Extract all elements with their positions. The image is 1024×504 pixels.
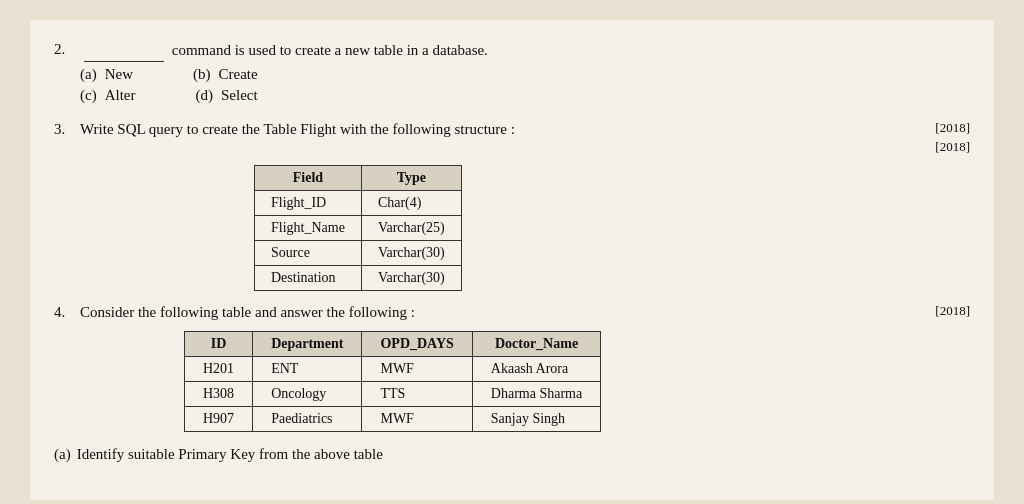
option-a: (a) New: [80, 66, 133, 83]
page: 2. command is used to create a new table…: [30, 20, 994, 500]
hospital-row-0: H201 ENT MWF Akaash Arora: [185, 357, 601, 382]
hospital-dept-0: ENT: [253, 357, 362, 382]
q2-number: 2.: [54, 38, 74, 61]
option-a-label: (a): [80, 66, 97, 83]
flight-row-1: Flight_Name Varchar(25): [255, 215, 462, 240]
flight-field-2: Source: [255, 240, 362, 265]
flight-type-2: Varchar(30): [361, 240, 461, 265]
q3-year1: [2018]: [935, 118, 970, 138]
q2-question-text: command is used to create a new table in…: [172, 42, 488, 58]
hospital-doctor-1: Dharma Sharma: [472, 382, 600, 407]
question-2-line: 2. command is used to create a new table…: [54, 38, 970, 62]
option-c-label: (c): [80, 87, 97, 104]
hospital-header-row: ID Department OPD_DAYS Doctor_Name: [185, 332, 601, 357]
option-d: (d) Select: [195, 87, 257, 104]
option-d-label: (d): [195, 87, 213, 104]
bottom-note-text: Identify suitable Primary Key from the a…: [77, 446, 383, 463]
option-c: (c) Alter: [80, 87, 135, 104]
flight-type-3: Varchar(30): [361, 265, 461, 290]
hospital-id-2: H907: [185, 407, 253, 432]
flight-field-1: Flight_Name: [255, 215, 362, 240]
q4-year: [2018]: [935, 301, 970, 321]
hospital-row-1: H308 Oncology TTS Dharma Sharma: [185, 382, 601, 407]
q3-years: [2018] [2018]: [935, 118, 970, 157]
hospital-table: ID Department OPD_DAYS Doctor_Name H201 …: [184, 331, 601, 432]
q4-text: Consider the following table and answer …: [80, 301, 921, 324]
hospital-id-0: H201: [185, 357, 253, 382]
q3-text: Write SQL query to create the Table Flig…: [80, 118, 921, 141]
question-4-line: 4. Consider the following table and answ…: [54, 301, 970, 324]
bottom-note: (a) Identify suitable Primary Key from t…: [54, 446, 970, 463]
q2-options-2: (c) Alter (d) Select: [80, 87, 970, 104]
hospital-col-doctor: Doctor_Name: [472, 332, 600, 357]
hospital-dept-1: Oncology: [253, 382, 362, 407]
flight-row-3: Destination Varchar(30): [255, 265, 462, 290]
hospital-col-opd: OPD_DAYS: [362, 332, 472, 357]
q2-text: command is used to create a new table in…: [80, 38, 970, 62]
flight-row-0: Flight_ID Char(4): [255, 190, 462, 215]
flight-col-type: Type: [361, 165, 461, 190]
q3-year2: [2018]: [935, 137, 970, 157]
hospital-doctor-2: Sanjay Singh: [472, 407, 600, 432]
flight-field-3: Destination: [255, 265, 362, 290]
hospital-table-body: H201 ENT MWF Akaash Arora H308 Oncology …: [185, 357, 601, 432]
q3-number: 3.: [54, 118, 74, 141]
hospital-opd-0: MWF: [362, 357, 472, 382]
flight-table-header-row: Field Type: [255, 165, 462, 190]
hospital-opd-1: TTS: [362, 382, 472, 407]
option-b-value: Create: [218, 66, 257, 83]
q4-number: 4.: [54, 301, 74, 324]
flight-field-0: Flight_ID: [255, 190, 362, 215]
hospital-doctor-0: Akaash Arora: [472, 357, 600, 382]
question-3-line: 3. Write SQL query to create the Table F…: [54, 118, 970, 157]
question-2-block: 2. command is used to create a new table…: [54, 38, 970, 104]
option-d-value: Select: [221, 87, 258, 104]
question-3-block: 3. Write SQL query to create the Table F…: [54, 118, 970, 291]
flight-type-0: Char(4): [361, 190, 461, 215]
hospital-id-1: H308: [185, 382, 253, 407]
flight-col-field: Field: [255, 165, 362, 190]
option-a-value: New: [105, 66, 133, 83]
flight-type-1: Varchar(25): [361, 215, 461, 240]
hospital-opd-2: MWF: [362, 407, 472, 432]
bottom-note-prefix: (a): [54, 446, 71, 463]
hospital-dept-2: Paediatrics: [253, 407, 362, 432]
flight-table: Field Type Flight_ID Char(4) Flight_Name…: [254, 165, 462, 291]
option-b-label: (b): [193, 66, 211, 83]
flight-table-body: Flight_ID Char(4) Flight_Name Varchar(25…: [255, 190, 462, 290]
option-c-value: Alter: [105, 87, 136, 104]
flight-row-2: Source Varchar(30): [255, 240, 462, 265]
option-b: (b) Create: [193, 66, 258, 83]
hospital-col-id: ID: [185, 332, 253, 357]
blank-underline: [84, 38, 164, 62]
question-4-block: 4. Consider the following table and answ…: [54, 301, 970, 433]
q2-options: (a) New (b) Create: [80, 66, 970, 83]
hospital-col-dept: Department: [253, 332, 362, 357]
hospital-row-2: H907 Paediatrics MWF Sanjay Singh: [185, 407, 601, 432]
